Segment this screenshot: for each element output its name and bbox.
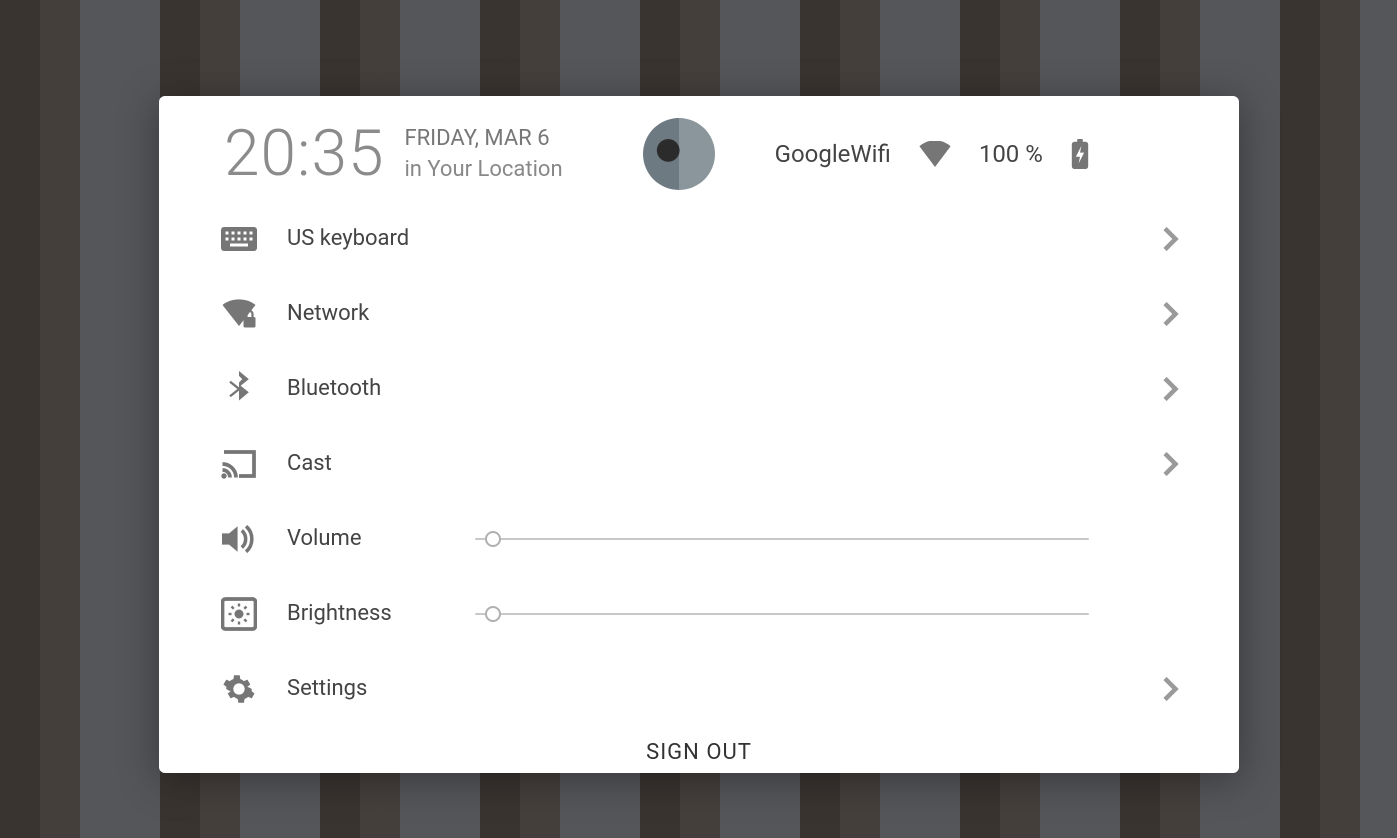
- date-text: FRIDAY, MAR 6: [404, 126, 562, 151]
- gear-icon: [219, 672, 259, 706]
- battery-percent-text: 100 %: [979, 140, 1043, 168]
- bluetooth-icon: [219, 371, 259, 407]
- volume-slider[interactable]: [475, 524, 1089, 554]
- wifi-name-text: GoogleWifi: [775, 140, 891, 168]
- sign-out-button[interactable]: SIGN OUT: [159, 726, 1239, 789]
- row-volume-label: Volume: [287, 526, 447, 551]
- wifi-lock-icon: [219, 299, 259, 329]
- volume-icon: [219, 524, 259, 554]
- row-brightness: Brightness: [219, 576, 1179, 651]
- row-cast-label: Cast: [287, 451, 447, 476]
- row-settings[interactable]: Settings: [219, 651, 1179, 726]
- panel-header: 20:35 FRIDAY, MAR 6 in Your Location Goo…: [159, 96, 1239, 201]
- row-network-label: Network: [287, 301, 447, 326]
- location-text: in Your Location: [404, 157, 562, 182]
- chevron-right-icon: [1163, 677, 1179, 701]
- chevron-right-icon: [1163, 302, 1179, 326]
- clock-time: 20:35: [224, 116, 384, 191]
- wifi-icon: [919, 141, 951, 167]
- slider-track: [475, 613, 1089, 615]
- row-keyboard-label: US keyboard: [287, 226, 447, 251]
- row-cast[interactable]: Cast: [219, 426, 1179, 501]
- slider-thumb[interactable]: [485, 531, 501, 547]
- status-area: GoogleWifi 100 %: [775, 139, 1089, 169]
- chevron-right-icon: [1163, 452, 1179, 476]
- row-bluetooth[interactable]: Bluetooth: [219, 351, 1179, 426]
- slider-track: [475, 538, 1089, 540]
- user-avatar[interactable]: [643, 118, 715, 190]
- settings-rows: US keyboard Network Bluetooth: [159, 201, 1239, 726]
- chevron-right-icon: [1163, 227, 1179, 251]
- system-tray-panel: 20:35 FRIDAY, MAR 6 in Your Location Goo…: [159, 96, 1239, 773]
- battery-charging-icon: [1071, 139, 1089, 169]
- chevron-right-icon: [1163, 377, 1179, 401]
- row-bluetooth-label: Bluetooth: [287, 376, 447, 401]
- keyboard-icon: [219, 227, 259, 251]
- brightness-slider[interactable]: [475, 599, 1089, 629]
- row-volume: Volume: [219, 501, 1179, 576]
- row-brightness-label: Brightness: [287, 601, 447, 626]
- brightness-icon: [219, 597, 259, 631]
- row-keyboard[interactable]: US keyboard: [219, 201, 1179, 276]
- slider-thumb[interactable]: [485, 606, 501, 622]
- row-network[interactable]: Network: [219, 276, 1179, 351]
- date-and-location: FRIDAY, MAR 6 in Your Location: [404, 126, 562, 182]
- row-settings-label: Settings: [287, 676, 447, 701]
- cast-icon: [219, 449, 259, 479]
